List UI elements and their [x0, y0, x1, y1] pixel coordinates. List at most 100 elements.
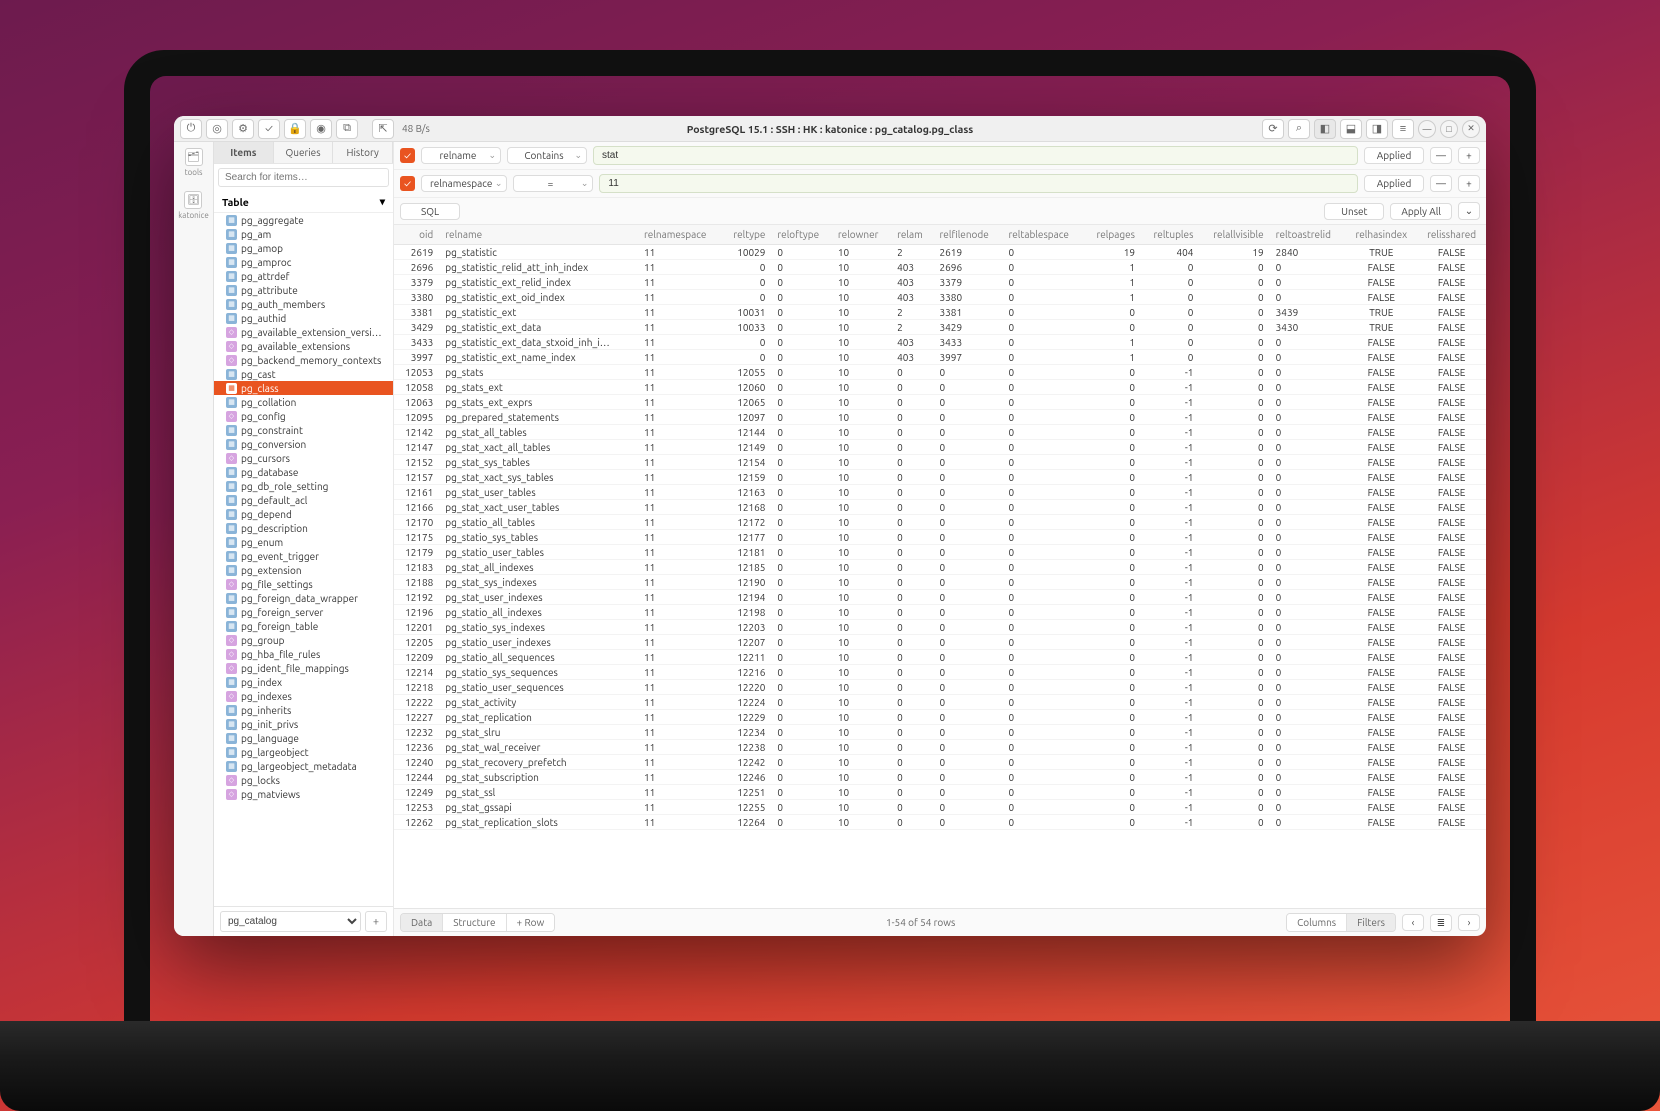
sidebar-item-pg_extension[interactable]: ▦pg_extension	[214, 563, 393, 577]
table-row[interactable]: 12249pg_stat_ssl11122510100000-100FALSEF…	[394, 785, 1486, 800]
sidebar-item-pg_ident_file_mappings[interactable]: ◇pg_ident_file_mappings	[214, 661, 393, 675]
table-row[interactable]: 12192pg_stat_user_indexes11121940100000-…	[394, 590, 1486, 605]
sidebar-item-pg_language[interactable]: ▦pg_language	[214, 731, 393, 745]
filter-value-input[interactable]	[593, 146, 1358, 165]
table-row[interactable]: 12188pg_stat_sys_indexes11121900100000-1…	[394, 575, 1486, 590]
column-header-relname[interactable]: relname	[439, 225, 638, 245]
copy-icon[interactable]: ⧉	[336, 119, 358, 139]
sidebar-item-pg_database[interactable]: ▦pg_database	[214, 465, 393, 479]
sidebar-item-pg_aggregate[interactable]: ▦pg_aggregate	[214, 213, 393, 227]
sidebar-item-pg_enum[interactable]: ▦pg_enum	[214, 535, 393, 549]
add-schema-button[interactable]: +	[365, 911, 387, 932]
column-header-relam[interactable]: relam	[891, 225, 933, 245]
target-icon[interactable]: ◉	[310, 119, 332, 139]
search-icon[interactable]: ⌕	[1288, 119, 1310, 139]
sidebar-item-pg_matviews[interactable]: ◇pg_matviews	[214, 787, 393, 801]
sidebar-item-pg_backend_memory_contexts[interactable]: ◇pg_backend_memory_contexts	[214, 353, 393, 367]
layout-left-icon[interactable]: ◧	[1314, 119, 1336, 139]
table-row[interactable]: 12236pg_stat_wal_receiver11122380100000-…	[394, 740, 1486, 755]
table-row[interactable]: 12147pg_stat_xact_all_tables111214901000…	[394, 440, 1486, 455]
sidebar-item-pg_config[interactable]: ◇pg_config	[214, 409, 393, 423]
sidebar-item-pg_description[interactable]: ▦pg_description	[214, 521, 393, 535]
sidebar-item-pg_event_trigger[interactable]: ▦pg_event_trigger	[214, 549, 393, 563]
export-icon[interactable]: ⇱	[372, 119, 394, 139]
column-header-reltablespace[interactable]: reltablespace	[1002, 225, 1084, 245]
sidebar-search-input[interactable]	[218, 168, 389, 187]
table-row[interactable]: 12253pg_stat_gssapi11122550100000-100FAL…	[394, 800, 1486, 815]
table-row[interactable]: 12175pg_statio_sys_tables11121770100000-…	[394, 530, 1486, 545]
sidebar-item-pg_authid[interactable]: ▦pg_authid	[214, 311, 393, 325]
sidebar-item-pg_available_extension_versi[interactable]: ◇pg_available_extension_versi…	[214, 325, 393, 339]
sidebar-item-pg_collation[interactable]: ▦pg_collation	[214, 395, 393, 409]
sidebar-item-pg_constraint[interactable]: ▦pg_constraint	[214, 423, 393, 437]
sidebar-item-pg_am[interactable]: ▦pg_am	[214, 227, 393, 241]
table-row[interactable]: 12179pg_statio_user_tables11121810100000…	[394, 545, 1486, 560]
table-row[interactable]: 3997pg_statistic_ext_name_index110010403…	[394, 350, 1486, 365]
sidebar-item-pg_foreign_server[interactable]: ▦pg_foreign_server	[214, 605, 393, 619]
filter-enabled-checkbox[interactable]: ✓	[400, 176, 415, 191]
power-icon[interactable]: ⏻	[180, 119, 202, 139]
table-row[interactable]: 2619pg_statistic111002901022619019404192…	[394, 245, 1486, 260]
filter-value-input[interactable]	[599, 174, 1358, 193]
table-row[interactable]: 12244pg_stat_subscription11122460100000-…	[394, 770, 1486, 785]
close-icon[interactable]: ✕	[1462, 120, 1480, 138]
sidebar-item-pg_foreign_data_wrapper[interactable]: ▦pg_foreign_data_wrapper	[214, 591, 393, 605]
bottom-tab-structure[interactable]: Structure	[443, 914, 506, 931]
column-header-relpages[interactable]: relpages	[1084, 225, 1141, 245]
layout-right-icon[interactable]: ◨	[1366, 119, 1388, 139]
sidebar-item-pg_largeobject_metadata[interactable]: ▦pg_largeobject_metadata	[214, 759, 393, 773]
table-row[interactable]: 12218pg_statio_user_sequences11122200100…	[394, 680, 1486, 695]
sidebar-item-pg_auth_members[interactable]: ▦pg_auth_members	[214, 297, 393, 311]
table-row[interactable]: 12209pg_statio_all_sequences111221101000…	[394, 650, 1486, 665]
sidebar-header[interactable]: Table ▾	[214, 191, 393, 213]
table-row[interactable]: 3379pg_statistic_ext_relid_index11001040…	[394, 275, 1486, 290]
remove-filter-button[interactable]: —	[1430, 175, 1452, 192]
table-row[interactable]: 12142pg_stat_all_tables11121440100000-10…	[394, 425, 1486, 440]
column-header-reloftype[interactable]: reloftype	[771, 225, 832, 245]
maximize-icon[interactable]: □	[1440, 120, 1458, 138]
sidebar-item-pg_cursors[interactable]: ◇pg_cursors	[214, 451, 393, 465]
table-row[interactable]: 12157pg_stat_xact_sys_tables111215901000…	[394, 470, 1486, 485]
sql-button[interactable]: SQL	[400, 203, 460, 220]
bottom-right-tab-columns[interactable]: Columns	[1287, 914, 1347, 931]
column-header-oid[interactable]: oid	[394, 225, 439, 245]
column-header-relhasindex[interactable]: relhasindex	[1345, 225, 1417, 245]
table-row[interactable]: 12196pg_statio_all_indexes11121980100000…	[394, 605, 1486, 620]
eye-icon[interactable]: ◎	[206, 119, 228, 139]
bottom-right-tab-filters[interactable]: Filters	[1347, 914, 1395, 931]
table-row[interactable]: 12201pg_statio_sys_indexes11122030100000…	[394, 620, 1486, 635]
bottom-tab-data[interactable]: Data	[401, 914, 443, 931]
filter-status-button[interactable]: Applied	[1364, 175, 1424, 192]
column-header-reltype[interactable]: reltype	[722, 225, 772, 245]
sidebar-item-pg_index[interactable]: ▦pg_index	[214, 675, 393, 689]
sidebar-item-pg_amop[interactable]: ▦pg_amop	[214, 241, 393, 255]
list-icon[interactable]: ≣	[1430, 914, 1452, 932]
sidebar-item-pg_cast[interactable]: ▦pg_cast	[214, 367, 393, 381]
refresh-icon[interactable]: ⟳	[1262, 119, 1284, 139]
sidebar-item-pg_depend[interactable]: ▦pg_depend	[214, 507, 393, 521]
sidebar-item-pg_default_acl[interactable]: ▦pg_default_acl	[214, 493, 393, 507]
table-row[interactable]: 12152pg_stat_sys_tables11121540100000-10…	[394, 455, 1486, 470]
table-row[interactable]: 12095pg_prepared_statements1112097010000…	[394, 410, 1486, 425]
sidebar-item-pg_hba_file_rules[interactable]: ◇pg_hba_file_rules	[214, 647, 393, 661]
column-header-relallvisible[interactable]: relallvisible	[1199, 225, 1269, 245]
prev-page-icon[interactable]: ‹	[1402, 914, 1424, 931]
column-header-reltoastrelid[interactable]: reltoastrelid	[1270, 225, 1346, 245]
lock-icon[interactable]: 🔒	[284, 119, 306, 139]
check-icon[interactable]: ✓	[258, 119, 280, 139]
table-row[interactable]: 12161pg_stat_user_tables11121630100000-1…	[394, 485, 1486, 500]
add-filter-button[interactable]: +	[1458, 175, 1480, 192]
sidebar-item-pg_file_settings[interactable]: ◇pg_file_settings	[214, 577, 393, 591]
column-header-relowner[interactable]: relowner	[832, 225, 891, 245]
sidebar-item-pg_indexes[interactable]: ◇pg_indexes	[214, 689, 393, 703]
table-row[interactable]: 12214pg_statio_sys_sequences111221601000…	[394, 665, 1486, 680]
table-row[interactable]: 3429pg_statistic_ext_data111003301023429…	[394, 320, 1486, 335]
apply-dropdown-icon[interactable]: ⌄	[1458, 202, 1480, 220]
sidebar-tab-queries[interactable]: Queries	[274, 142, 334, 163]
table-row[interactable]: 12232pg_stat_slru11122340100000-100FALSE…	[394, 725, 1486, 740]
table-row[interactable]: 3381pg_statistic_ext11100310102338100003…	[394, 305, 1486, 320]
table-row[interactable]: 12166pg_stat_xact_user_tables11121680100…	[394, 500, 1486, 515]
sidebar-item-pg_class[interactable]: ▦pg_class	[214, 381, 393, 395]
table-row[interactable]: 12170pg_statio_all_tables11121720100000-…	[394, 515, 1486, 530]
remove-filter-button[interactable]: —	[1430, 147, 1452, 164]
